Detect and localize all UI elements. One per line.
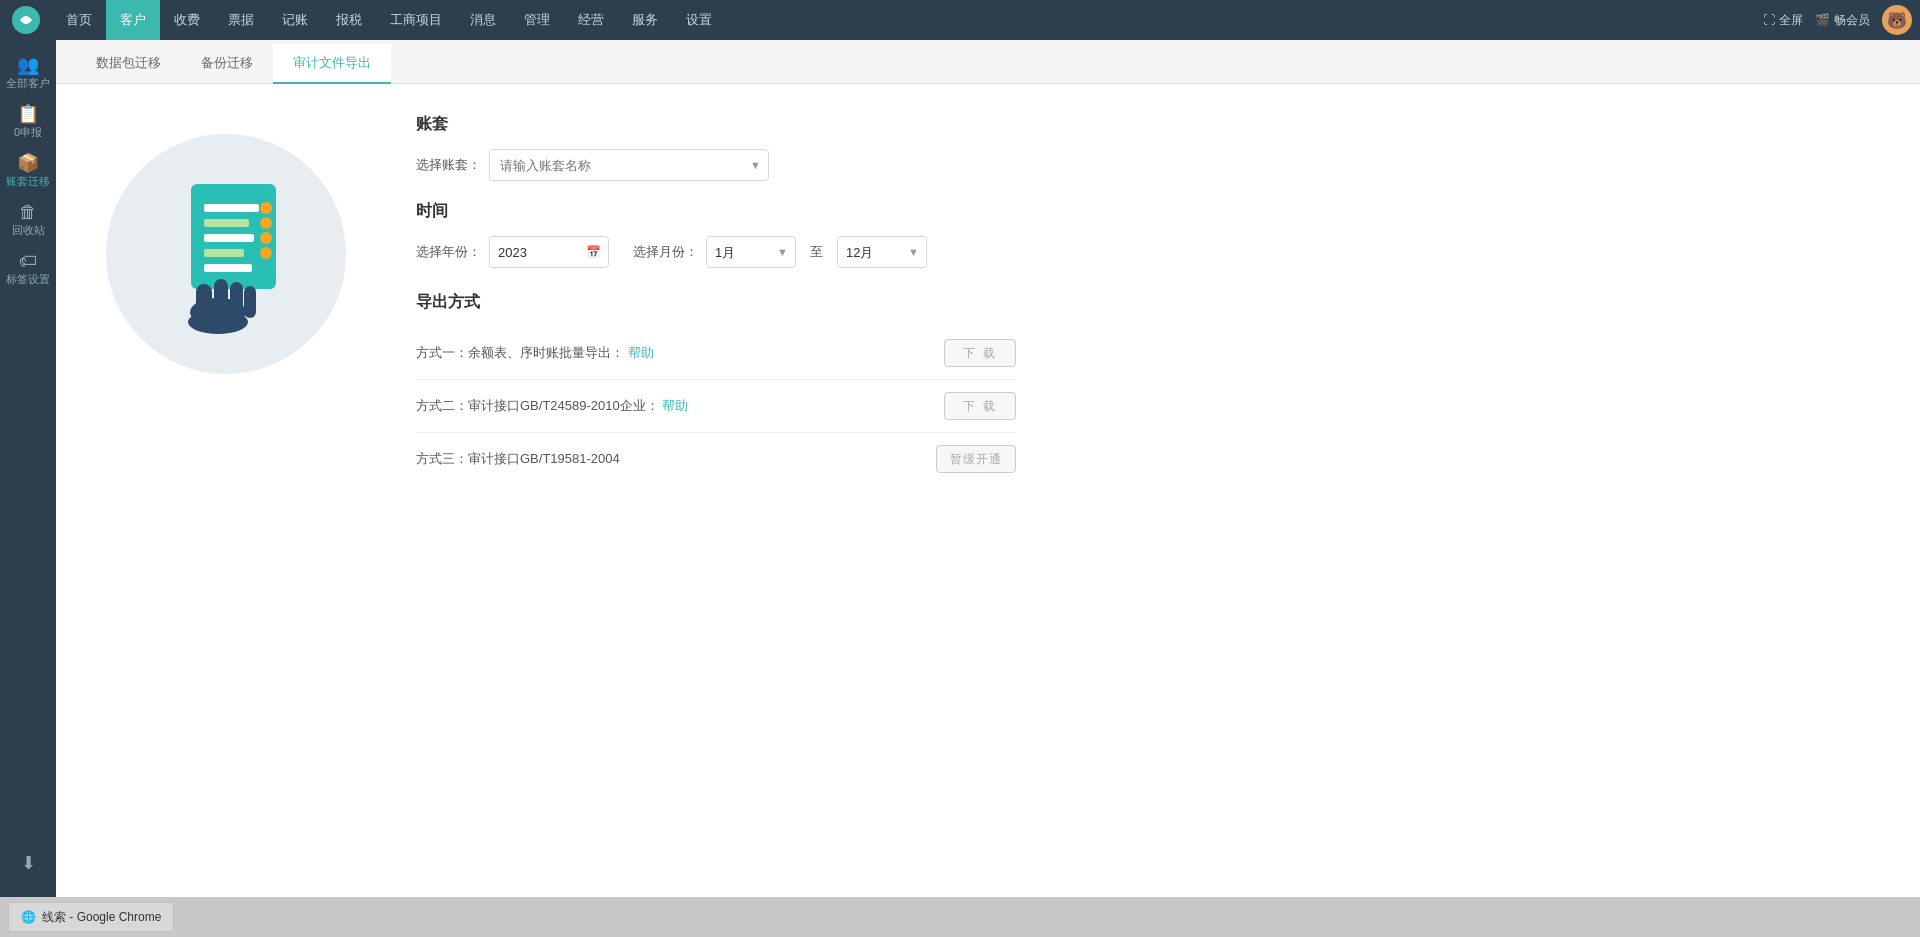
taskbar-chrome-label: 线索 - Google Chrome — [42, 909, 161, 926]
export-method-1-label: 方式一：余额表、序时账批量导出： 帮助 — [416, 344, 654, 362]
tabs-bar: 数据包迁移 备份迁移 审计文件导出 — [56, 40, 1920, 84]
year-input[interactable] — [489, 236, 609, 268]
download-button-1[interactable]: 下 载 — [944, 339, 1016, 367]
sidebar-item-recycle[interactable]: 🗑 回收站 — [0, 195, 56, 244]
chrome-icon: 🌐 — [21, 910, 36, 924]
left-sidebar: 👥 全部客户 📋 0申报 📦 账套迁移 🗑 回收站 🏷 标签设置 ⬇ ❓ — [0, 40, 56, 937]
export-method-3-label: 方式三：审计接口GB/T19581-2004 — [416, 450, 620, 468]
end-month-select[interactable]: 1月2月3月4月 5月6月7月8月 9月10月11月12月 — [837, 236, 927, 268]
export-label-3-text: 方式三：审计接口GB/T19581-2004 — [416, 451, 620, 466]
account-select-row: 选择账套： ▼ — [416, 149, 1016, 181]
vip-icon: 🎬 — [1815, 13, 1830, 27]
export-section: 导出方式 方式一：余额表、序时账批量导出： 帮助 下 载 方式二：审计接口GB/ — [416, 292, 1016, 485]
time-select-row: 选择年份： 📅 选择月份： 1月2月3月4月 5月6月7月8月 9月10月11月… — [416, 236, 1016, 268]
sidebar-download-icon[interactable]: ⬇ — [10, 845, 46, 881]
sidebar-label-recycle: 回收站 — [12, 225, 45, 236]
sidebar-label-tags: 标签设置 — [6, 274, 50, 285]
tab-audit-export[interactable]: 审计文件导出 — [273, 44, 391, 84]
account-section-title: 账套 — [416, 114, 1016, 135]
year-label: 选择年份： — [416, 243, 481, 261]
tab-data-migration[interactable]: 数据包迁移 — [76, 44, 181, 84]
sidebar-label-zero-declare: 0申报 — [14, 127, 42, 138]
nav-messages[interactable]: 消息 — [456, 0, 510, 40]
nav-customers[interactable]: 客户 — [106, 0, 160, 40]
all-customers-icon: 👥 — [17, 56, 39, 74]
tags-icon: 🏷 — [19, 252, 37, 270]
export-help-link-2[interactable]: 帮助 — [662, 398, 688, 413]
nav-tax[interactable]: 报税 — [322, 0, 376, 40]
svg-rect-2 — [204, 204, 259, 212]
export-label-1-text: 方式一：余额表、序时账批量导出： — [416, 345, 624, 360]
sidebar-item-zero-declare[interactable]: 📋 0申报 — [0, 97, 56, 146]
svg-rect-5 — [204, 249, 244, 257]
app-logo — [8, 2, 44, 38]
nav-business[interactable]: 工商项目 — [376, 0, 456, 40]
content-area: 数据包迁移 备份迁移 审计文件导出 — [56, 40, 1920, 937]
nav-right-area: ⛶ 全屏 🎬 畅会员 🐻 — [1763, 5, 1912, 35]
zero-declare-icon: 📋 — [17, 105, 39, 123]
nav-items: 首页 客户 收费 票据 记账 报税 工商项目 消息 管理 经营 服务 设置 — [52, 0, 1763, 40]
start-month-wrap: 1月2月3月4月 5月6月7月8月 9月10月11月12月 ▼ — [706, 236, 796, 268]
nav-operations[interactable]: 经营 — [564, 0, 618, 40]
account-select-wrap: ▼ — [489, 149, 769, 181]
account-select-input[interactable] — [489, 149, 769, 181]
svg-rect-4 — [204, 234, 254, 242]
sidebar-label-account-migration: 账套迁移 — [6, 176, 50, 187]
page-content: 账套 选择账套： ▼ 时间 选择年份： 📅 — [56, 84, 1920, 937]
svg-rect-15 — [244, 286, 256, 318]
tab-backup-migration[interactable]: 备份迁移 — [181, 44, 273, 84]
download-button-2[interactable]: 下 载 — [944, 392, 1016, 420]
export-method-1: 方式一：余额表、序时账批量导出： 帮助 下 载 — [416, 327, 1016, 380]
illustration-area — [96, 114, 356, 374]
top-navigation: 首页 客户 收费 票据 记账 报税 工商项目 消息 管理 经营 服务 设置 ⛶ … — [0, 0, 1920, 40]
svg-point-8 — [260, 217, 272, 229]
nav-settings[interactable]: 设置 — [672, 0, 726, 40]
sidebar-label-all-customers: 全部客户 — [6, 78, 50, 89]
time-section-title: 时间 — [416, 201, 1016, 222]
end-month-wrap: 1月2月3月4月 5月6月7月8月 9月10月11月12月 ▼ — [837, 236, 927, 268]
svg-point-10 — [260, 247, 272, 259]
svg-point-16 — [188, 310, 248, 334]
nav-home[interactable]: 首页 — [52, 0, 106, 40]
month-label: 选择月份： — [633, 243, 698, 261]
export-section-title: 导出方式 — [416, 292, 1016, 313]
vip-label: 畅会员 — [1834, 12, 1870, 29]
fullscreen-label: 全屏 — [1779, 12, 1803, 29]
vip-button[interactable]: 🎬 畅会员 — [1815, 12, 1870, 29]
illustration-circle — [106, 134, 346, 374]
taskbar-chrome[interactable]: 🌐 线索 - Google Chrome — [8, 902, 174, 932]
nav-bookkeeping[interactable]: 记账 — [268, 0, 322, 40]
account-migration-icon: 📦 — [17, 154, 39, 172]
user-avatar[interactable]: 🐻 — [1882, 5, 1912, 35]
main-layout: 👥 全部客户 📋 0申报 📦 账套迁移 🗑 回收站 🏷 标签设置 ⬇ ❓ 数据包… — [0, 40, 1920, 937]
svg-rect-6 — [204, 264, 252, 272]
nav-management[interactable]: 管理 — [510, 0, 564, 40]
svg-rect-3 — [204, 219, 249, 227]
form-area: 账套 选择账套： ▼ 时间 选择年份： 📅 — [416, 114, 1016, 485]
export-label-2-text: 方式二：审计接口GB/T24589-2010企业： — [416, 398, 659, 413]
svg-point-7 — [260, 202, 272, 214]
account-label: 选择账套： — [416, 156, 481, 174]
year-input-wrap: 📅 — [489, 236, 609, 268]
nav-fees[interactable]: 收费 — [160, 0, 214, 40]
sidebar-item-all-customers[interactable]: 👥 全部客户 — [0, 48, 56, 97]
temp-open-button[interactable]: 暂缓开通 — [936, 445, 1016, 473]
export-method-2: 方式二：审计接口GB/T24589-2010企业： 帮助 下 载 — [416, 380, 1016, 433]
fullscreen-button[interactable]: ⛶ 全屏 — [1763, 12, 1803, 29]
sidebar-item-tags[interactable]: 🏷 标签设置 — [0, 244, 56, 293]
export-method-2-label: 方式二：审计接口GB/T24589-2010企业： 帮助 — [416, 397, 688, 415]
start-month-select[interactable]: 1月2月3月4月 5月6月7月8月 9月10月11月12月 — [706, 236, 796, 268]
to-separator: 至 — [810, 243, 823, 261]
recycle-icon: 🗑 — [19, 203, 37, 221]
nav-invoices[interactable]: 票据 — [214, 0, 268, 40]
nav-services[interactable]: 服务 — [618, 0, 672, 40]
svg-point-9 — [260, 232, 272, 244]
fullscreen-icon: ⛶ — [1763, 13, 1775, 27]
export-help-link-1[interactable]: 帮助 — [628, 345, 654, 360]
sidebar-item-account-migration[interactable]: 📦 账套迁移 — [0, 146, 56, 195]
taskbar: 🌐 线索 - Google Chrome — [0, 897, 1920, 937]
export-method-3: 方式三：审计接口GB/T19581-2004 暂缓开通 — [416, 433, 1016, 485]
